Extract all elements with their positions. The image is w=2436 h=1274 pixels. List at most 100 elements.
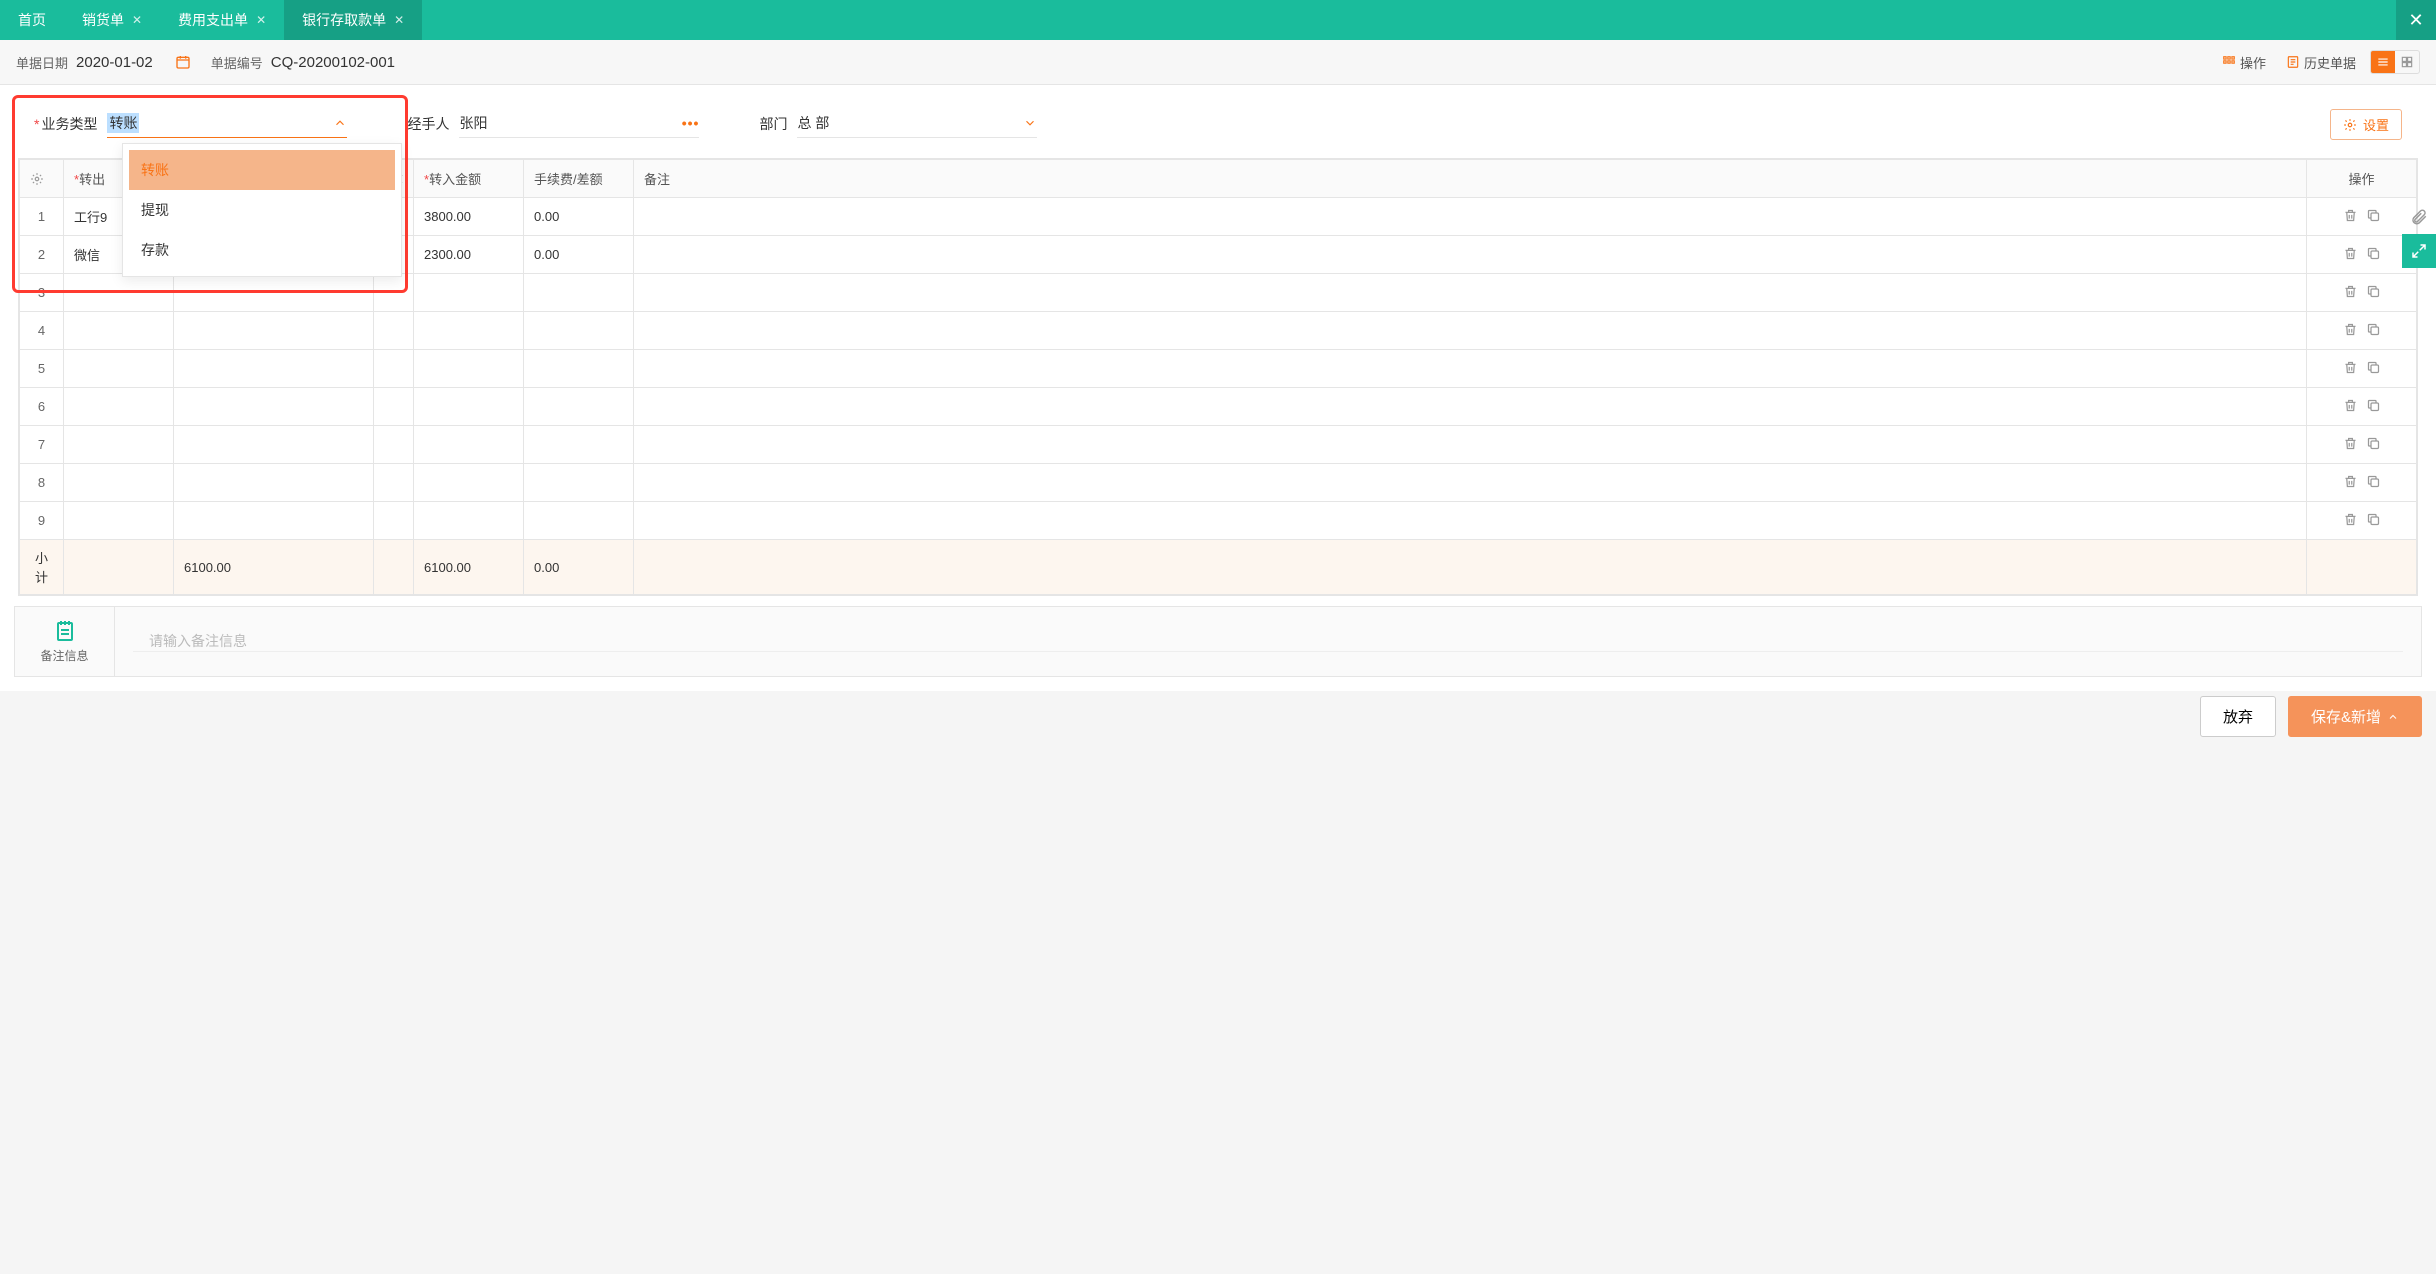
delete-row-icon[interactable]: [2343, 360, 2358, 375]
attachment-icon[interactable]: [2402, 200, 2436, 234]
table-row[interactable]: 7: [20, 426, 2417, 464]
cell-suffix[interactable]: [374, 312, 414, 350]
table-row[interactable]: 8: [20, 464, 2417, 502]
tab-sales[interactable]: 销货单✕: [64, 0, 160, 40]
cell-fee[interactable]: [524, 350, 634, 388]
copy-row-icon[interactable]: [2366, 512, 2381, 527]
handler-select[interactable]: 张阳 •••: [459, 109, 699, 138]
cell-fee[interactable]: [524, 274, 634, 312]
cell-out-acct[interactable]: [64, 426, 174, 464]
cell-hidden1[interactable]: [174, 388, 374, 426]
cell-out-acct[interactable]: [64, 464, 174, 502]
cell-remark[interactable]: [634, 312, 2307, 350]
cell-hidden1[interactable]: [174, 350, 374, 388]
expand-icon[interactable]: [2402, 234, 2436, 268]
cell-fee[interactable]: 0.00: [524, 236, 634, 274]
cell-suffix[interactable]: [374, 464, 414, 502]
copy-row-icon[interactable]: [2366, 474, 2381, 489]
save-add-button[interactable]: 保存&新增: [2288, 696, 2422, 737]
cell-hidden1[interactable]: [174, 502, 374, 540]
table-row[interactable]: 6: [20, 388, 2417, 426]
cell-suffix[interactable]: [374, 274, 414, 312]
discard-button[interactable]: 放弃: [2200, 696, 2276, 737]
cell-hidden1[interactable]: [174, 464, 374, 502]
biztype-option-withdraw[interactable]: 提现: [129, 190, 395, 230]
ops-button[interactable]: 操作: [2216, 51, 2272, 74]
dept-select[interactable]: 总 部: [797, 109, 1037, 138]
cell-remark[interactable]: [634, 426, 2307, 464]
cell-in-amount[interactable]: [414, 426, 524, 464]
close-all-tabs[interactable]: ✕: [2396, 0, 2436, 40]
remark-input[interactable]: 请输入备注信息: [133, 631, 2403, 652]
delete-row-icon[interactable]: [2343, 284, 2358, 299]
copy-row-icon[interactable]: [2366, 208, 2381, 223]
cell-in-amount[interactable]: 2300.00: [414, 236, 524, 274]
copy-row-icon[interactable]: [2366, 436, 2381, 451]
close-icon[interactable]: ✕: [256, 13, 266, 27]
cell-out-acct[interactable]: [64, 502, 174, 540]
view-toggle[interactable]: [2370, 50, 2420, 74]
cell-fee[interactable]: [524, 502, 634, 540]
cell-out-acct[interactable]: [64, 350, 174, 388]
date-value[interactable]: 2020-01-02: [76, 54, 153, 71]
grid-settings-header[interactable]: [20, 160, 64, 198]
cell-out-acct[interactable]: [64, 388, 174, 426]
view-grid-icon[interactable]: [2395, 51, 2419, 73]
biztype-select[interactable]: 转账: [107, 109, 347, 138]
delete-row-icon[interactable]: [2343, 436, 2358, 451]
cell-in-amount[interactable]: [414, 502, 524, 540]
cell-fee[interactable]: 0.00: [524, 198, 634, 236]
cell-remark[interactable]: [634, 464, 2307, 502]
cell-suffix[interactable]: [374, 388, 414, 426]
cell-remark[interactable]: [634, 502, 2307, 540]
delete-row-icon[interactable]: [2343, 208, 2358, 223]
cell-remark[interactable]: [634, 274, 2307, 312]
cell-suffix[interactable]: [374, 502, 414, 540]
delete-row-icon[interactable]: [2343, 322, 2358, 337]
copy-row-icon[interactable]: [2366, 360, 2381, 375]
table-row[interactable]: 3: [20, 274, 2417, 312]
copy-row-icon[interactable]: [2366, 398, 2381, 413]
cell-hidden1[interactable]: [174, 426, 374, 464]
cell-remark[interactable]: [634, 388, 2307, 426]
biztype-option-deposit[interactable]: 存款: [129, 230, 395, 270]
cell-in-amount[interactable]: [414, 464, 524, 502]
cell-in-amount[interactable]: 3800.00: [414, 198, 524, 236]
cell-remark[interactable]: [634, 236, 2307, 274]
view-list-icon[interactable]: [2371, 51, 2395, 73]
cell-in-amount[interactable]: [414, 312, 524, 350]
cell-fee[interactable]: [524, 426, 634, 464]
delete-row-icon[interactable]: [2343, 398, 2358, 413]
settings-button[interactable]: 设置: [2330, 109, 2402, 140]
close-icon[interactable]: ✕: [394, 13, 404, 27]
close-icon[interactable]: ✕: [132, 13, 142, 27]
cell-hidden1[interactable]: [174, 274, 374, 312]
cell-suffix[interactable]: [374, 426, 414, 464]
cell-suffix[interactable]: [374, 350, 414, 388]
tab-bank[interactable]: 银行存取款单✕: [284, 0, 422, 40]
cell-in-amount[interactable]: [414, 388, 524, 426]
cell-hidden1[interactable]: [174, 312, 374, 350]
cell-fee[interactable]: [524, 464, 634, 502]
calendar-icon[interactable]: [175, 54, 191, 70]
table-row[interactable]: 9: [20, 502, 2417, 540]
cell-in-amount[interactable]: [414, 274, 524, 312]
cell-fee[interactable]: [524, 388, 634, 426]
cell-out-acct[interactable]: [64, 312, 174, 350]
biztype-option-transfer[interactable]: 转账: [129, 150, 395, 190]
copy-row-icon[interactable]: [2366, 246, 2381, 261]
tab-home[interactable]: 首页: [0, 0, 64, 40]
table-row[interactable]: 5: [20, 350, 2417, 388]
cell-out-acct[interactable]: [64, 274, 174, 312]
history-button[interactable]: 历史单据: [2280, 51, 2362, 74]
cell-remark[interactable]: [634, 198, 2307, 236]
delete-row-icon[interactable]: [2343, 246, 2358, 261]
delete-row-icon[interactable]: [2343, 512, 2358, 527]
table-row[interactable]: 4: [20, 312, 2417, 350]
cell-in-amount[interactable]: [414, 350, 524, 388]
copy-row-icon[interactable]: [2366, 322, 2381, 337]
tab-expense[interactable]: 费用支出单✕: [160, 0, 284, 40]
cell-fee[interactable]: [524, 312, 634, 350]
copy-row-icon[interactable]: [2366, 284, 2381, 299]
delete-row-icon[interactable]: [2343, 474, 2358, 489]
